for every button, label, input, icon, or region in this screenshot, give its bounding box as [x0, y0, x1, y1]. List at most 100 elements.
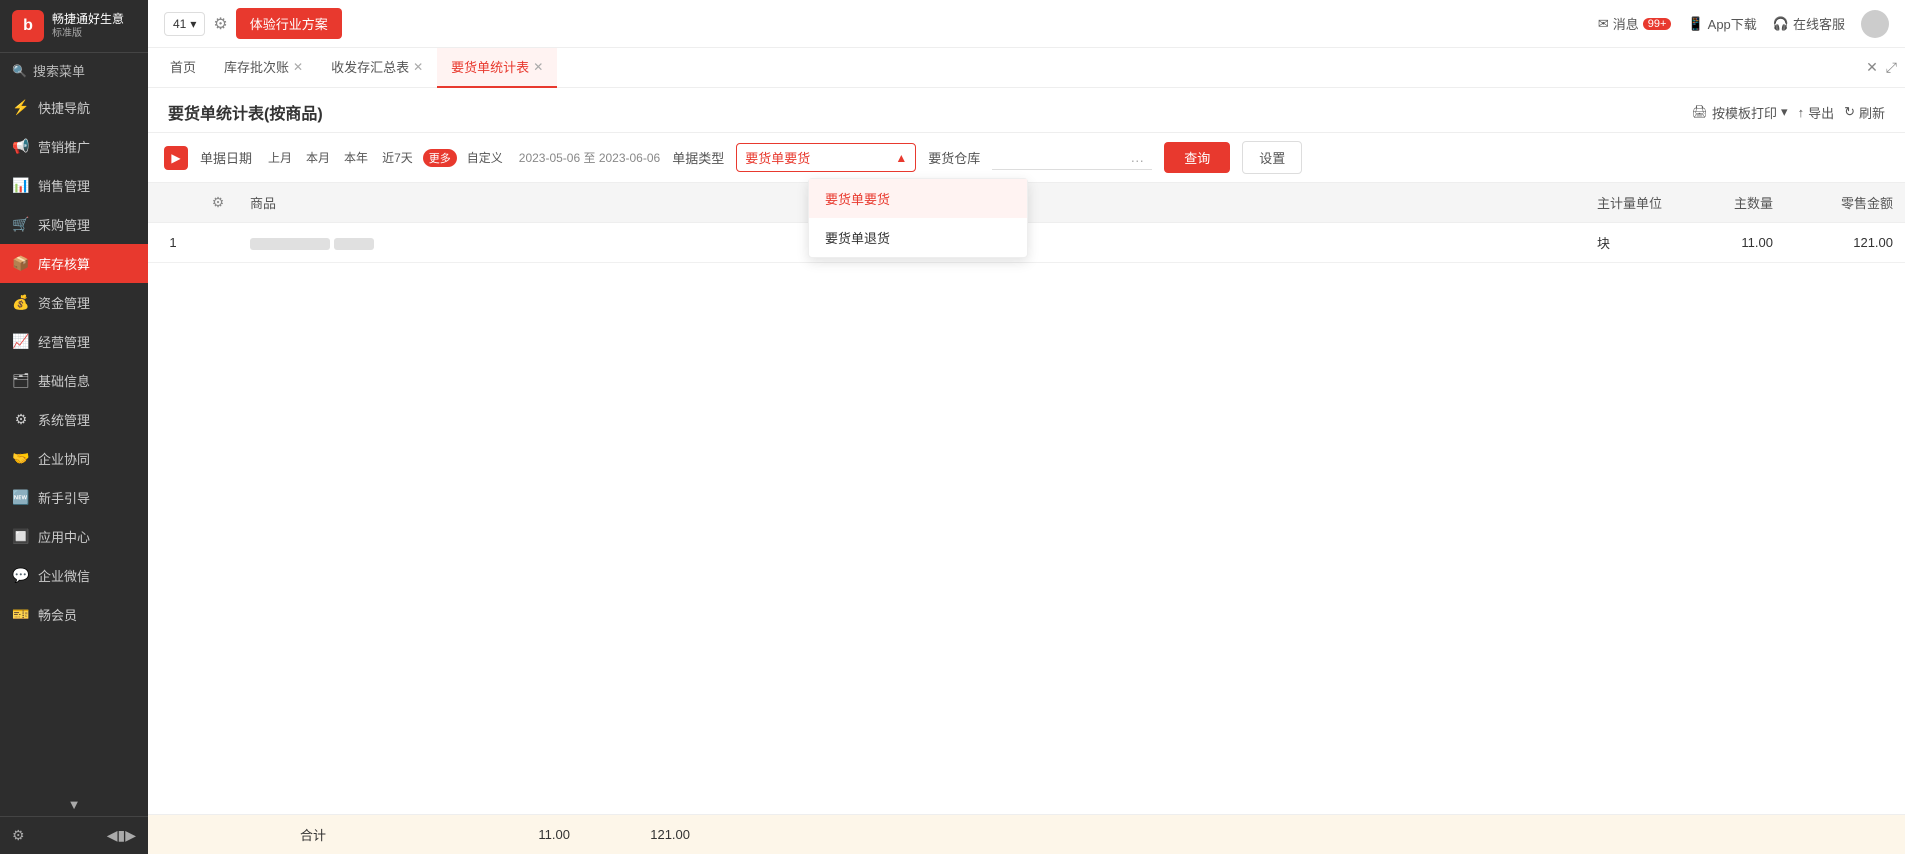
tab-label-0: 首页	[170, 57, 196, 76]
this-year-shortcut[interactable]: 本年	[340, 147, 372, 168]
nav-icon-3: 🛒	[12, 216, 30, 233]
last-7-days-shortcut[interactable]: 近7天	[378, 147, 417, 168]
nav-icon-11: 🔲	[12, 528, 30, 545]
tab-close-3[interactable]: ✕	[533, 60, 543, 74]
custom-shortcut[interactable]: 自定义	[463, 147, 507, 168]
this-month-shortcut[interactable]: 本月	[302, 147, 334, 168]
sidebar-item-快捷导航[interactable]: ⚡快捷导航	[0, 88, 148, 127]
main-area: 41 ▾ ⚙ 体验行业方案 ✉ 消息 99+ 📱 App下载 🎧 在线客服	[148, 0, 1905, 854]
nav-label-8: 系统管理	[38, 410, 90, 429]
table-container: ⚙ 商品 主计量单位 主数量 零售金额 1 块 11.00 121.00	[148, 183, 1905, 814]
nav-icon-13: 🎫	[12, 606, 30, 623]
sidebar-item-基础信息[interactable]: 🗂基础信息	[0, 361, 148, 400]
nav-icon-2: 📊	[12, 177, 30, 194]
message-action[interactable]: ✉ 消息 99+	[1598, 14, 1672, 33]
tabs-actions: ✕ ⤢	[1866, 59, 1897, 76]
query-button[interactable]: 查询	[1164, 142, 1230, 173]
nav-icon-4: 📦	[12, 255, 30, 272]
nav-icon-1: 📢	[12, 138, 30, 155]
export-action[interactable]: ↑ 导出	[1798, 103, 1835, 122]
tab-label-2: 收发存汇总表	[331, 57, 409, 76]
nav-icon-10: 🆕	[12, 489, 30, 506]
page-header-actions: 🖨 按模板打印 ▾ ↑ 导出 ↻ 刷新	[1692, 103, 1886, 122]
settings-button[interactable]: 设置	[1242, 141, 1302, 174]
close-all-icon[interactable]: ✕	[1866, 59, 1878, 76]
sidebar-footer: ⚙ ◀▮▶	[0, 816, 148, 854]
sidebar-item-资金管理[interactable]: 💰资金管理	[0, 283, 148, 322]
nav-label-13: 畅会员	[38, 605, 77, 624]
sidebar-item-畅会员[interactable]: 🎫 畅会员	[0, 595, 148, 634]
tab-首页[interactable]: 首页	[156, 48, 210, 88]
type-dropdown: 要货单要货要货单退货	[808, 178, 1028, 258]
sidebar-item-应用中心[interactable]: 🔲 应用中心	[0, 517, 148, 556]
nav-label-7: 基础信息	[38, 371, 90, 390]
filter-bar: ▶ 单据日期 上月 本月 本年 近7天 更多 自定义 2023-05-06 至 …	[148, 133, 1905, 183]
type-select-value: 要货单要货	[745, 148, 810, 167]
footer-qty: 11.00	[470, 827, 570, 842]
nav-label-6: 经营管理	[38, 332, 90, 351]
tab-要货单统计表[interactable]: 要货单统计表 ✕	[437, 48, 557, 88]
nav-label-11: 应用中心	[38, 527, 90, 546]
col-header-unit: 主计量单位	[1585, 183, 1685, 223]
dropdown-option-0[interactable]: 要货单要货	[809, 179, 1027, 218]
trial-button[interactable]: 体验行业方案	[236, 8, 342, 39]
print-chevron-icon: ▾	[1781, 104, 1788, 120]
tab-库存批次账[interactable]: 库存批次账✕	[210, 48, 317, 88]
headset-icon: 🎧	[1773, 16, 1789, 32]
settings-icon[interactable]: ⚙	[12, 827, 25, 844]
table-wrap: ⚙ 商品 主计量单位 主数量 零售金额 1 块 11.00 121.00	[148, 183, 1905, 854]
dropdown-option-1[interactable]: 要货单退货	[809, 218, 1027, 257]
date-range-display: 2023-05-06 至 2023-06-06	[519, 149, 660, 166]
sidebar-item-销售管理[interactable]: 📊销售管理	[0, 166, 148, 205]
nav-icon-6: 📈	[12, 333, 30, 350]
nav-label-12: 企业微信	[38, 566, 90, 585]
cell-settings-0	[198, 223, 238, 263]
nav-label-1: 营销推广	[38, 137, 90, 156]
user-avatar[interactable]	[1861, 10, 1889, 38]
sidebar-scroll-down[interactable]: ▼	[0, 793, 148, 816]
chevron-down-icon: ▾	[190, 17, 196, 31]
sidebar-item-企业微信[interactable]: 💬 企业微信	[0, 556, 148, 595]
sidebar-nav: ⚡快捷导航 📢 营销推广 📊销售管理🛒采购管理📦库存核算💰资金管理 📈 经营管理 🗂基础信息…	[0, 88, 148, 793]
sidebar-item-库存核算[interactable]: 📦库存核算	[0, 244, 148, 283]
topbar-settings-icon[interactable]: ⚙	[213, 14, 227, 34]
content-area: 要货单统计表(按商品) 🖨 按模板打印 ▾ ↑ 导出 ↻ 刷新 ▶	[148, 88, 1905, 854]
warehouse-more-icon: …	[1130, 149, 1144, 165]
more-shortcuts[interactable]: 更多	[423, 149, 457, 167]
tabs-bar: 首页库存批次账✕ 收发存汇总表 ✕ 要货单统计表 ✕ ✕ ⤢	[148, 48, 1905, 88]
tab-label-3: 要货单统计表	[451, 57, 529, 76]
table-settings-icon[interactable]: ⚙	[212, 194, 225, 210]
app-download-action[interactable]: 📱 App下载	[1687, 14, 1756, 33]
page-header: 要货单统计表(按商品) 🖨 按模板打印 ▾ ↑ 导出 ↻ 刷新	[148, 88, 1905, 133]
date-shortcuts: 上月 本月 本年 近7天 更多 自定义	[264, 147, 507, 168]
cell-amount-0: 121.00	[1785, 223, 1905, 263]
chevron-down-icon: ▼	[68, 797, 81, 812]
nav-icon-12: 💬	[12, 567, 30, 584]
search-menu[interactable]: 🔍 搜索菜单	[0, 53, 148, 88]
tab-close-2[interactable]: ✕	[413, 60, 423, 74]
sidebar-item-采购管理[interactable]: 🛒采购管理	[0, 205, 148, 244]
sidebar-item-企业协同[interactable]: 🤝企业协同	[0, 439, 148, 478]
print-icon: 🖨	[1692, 104, 1709, 120]
expand-icon[interactable]: ⤢	[1886, 59, 1897, 76]
refresh-action[interactable]: ↻ 刷新	[1844, 103, 1885, 122]
filter-expand-button[interactable]: ▶	[164, 146, 188, 170]
collapse-icon[interactable]: ◀▮▶	[107, 827, 136, 844]
type-select[interactable]: 要货单要货 ▲	[736, 143, 916, 172]
sidebar-item-新手引导[interactable]: 🆕新手引导	[0, 478, 148, 517]
tab-close-1[interactable]: ✕	[293, 60, 303, 74]
last-month-shortcut[interactable]: 上月	[264, 147, 296, 168]
date-filter-label: 单据日期	[200, 148, 252, 167]
sidebar-item-系统管理[interactable]: ⚙系统管理	[0, 400, 148, 439]
nav-label-9: 企业协同	[38, 449, 90, 468]
tab-收发存汇总表[interactable]: 收发存汇总表 ✕	[317, 48, 437, 88]
print-action[interactable]: 🖨 按模板打印 ▾	[1692, 103, 1788, 122]
col-header-settings: ⚙	[198, 183, 238, 223]
cell-unit-0: 块	[1585, 223, 1685, 263]
company-selector[interactable]: 41 ▾	[164, 12, 205, 36]
warehouse-select[interactable]: …	[992, 145, 1152, 170]
sidebar-item-经营管理[interactable]: 📈 经营管理	[0, 322, 148, 361]
sidebar-item-营销推广[interactable]: 📢 营销推广	[0, 127, 148, 166]
col-header-qty: 主数量	[1685, 183, 1785, 223]
online-service-action[interactable]: 🎧 在线客服	[1773, 14, 1845, 33]
